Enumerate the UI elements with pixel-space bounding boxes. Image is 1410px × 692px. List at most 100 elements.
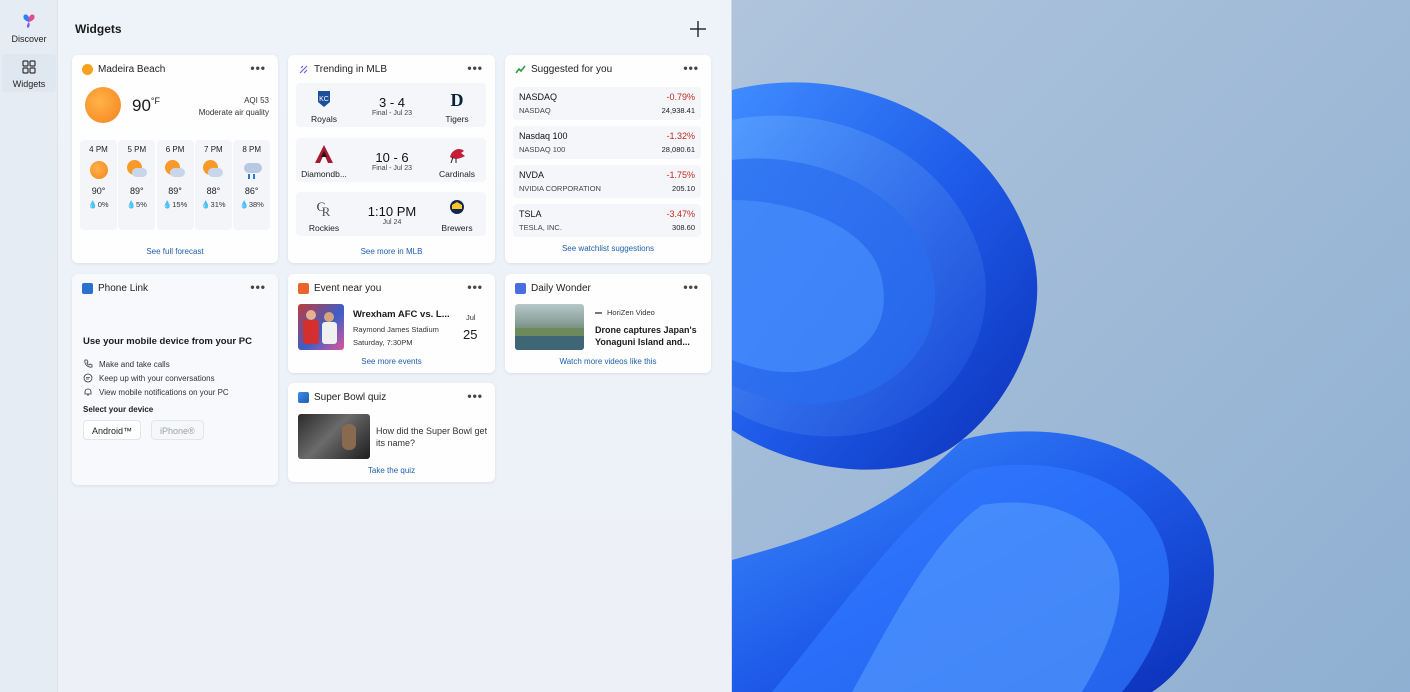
- tigers-logo-icon: D: [451, 90, 464, 110]
- hourly-forecast-item[interactable]: 8 PM 86° 💧38%: [233, 140, 271, 230]
- rail-label-discover: Discover: [11, 34, 47, 44]
- more-options-icon[interactable]: •••: [250, 61, 266, 75]
- hourly-forecast-item[interactable]: 5 PM 89° 💧5%: [118, 140, 156, 230]
- partly-cloudy-icon: [203, 160, 224, 180]
- score-detail: Jul 24: [382, 219, 402, 226]
- hour-temp: 89°: [168, 186, 182, 196]
- game-score: 3 - 4 Final - Jul 23: [358, 95, 426, 117]
- partly-cloudy-icon: [165, 160, 186, 180]
- rail-item-discover[interactable]: Discover: [2, 12, 56, 44]
- source-logo-icon: [595, 311, 602, 314]
- raindrop-icon: 💧: [162, 200, 173, 209]
- stock-price: 28,080.61: [661, 145, 695, 154]
- more-options-icon[interactable]: •••: [467, 389, 483, 403]
- see-watchlist-link[interactable]: See watchlist suggestions: [505, 244, 711, 253]
- score-value: 10 - 6: [375, 150, 409, 165]
- hourly-forecast-item[interactable]: 7 PM 88° 💧31%: [194, 140, 232, 230]
- see-more-mlb-link[interactable]: See more in MLB: [288, 247, 495, 256]
- video-icon: [515, 283, 526, 294]
- score-detail: Final - Jul 23: [371, 165, 413, 172]
- weather-card[interactable]: Madeira Beach ••• 90°F AQI 53 Moderate a…: [72, 55, 278, 263]
- score-value: 1:10 PM: [367, 204, 417, 219]
- video-headline[interactable]: Drone captures Japan's Yonaguni Island a…: [595, 324, 703, 348]
- brewers-logo-icon: [450, 200, 464, 214]
- sun-icon: [85, 87, 121, 123]
- cardinals-logo-icon: [450, 149, 465, 164]
- take-quiz-link[interactable]: Take the quiz: [288, 466, 495, 475]
- event-month: Jul: [466, 313, 476, 322]
- hour-time: 4 PM: [89, 145, 108, 154]
- quiz-question[interactable]: How did the Super Bowl get its name?: [376, 425, 488, 449]
- widgets-icon: [22, 60, 36, 74]
- stock-row[interactable]: TSLA TESLA, INC. -3.47% 308.60: [513, 204, 701, 237]
- home-team: KC Royals: [297, 88, 351, 124]
- svg-text:KC: KC: [319, 96, 329, 103]
- phone-link-card[interactable]: Phone Link ••• Use your mobile device fr…: [72, 274, 278, 485]
- add-widget-icon[interactable]: [687, 18, 709, 40]
- cloud-rain-icon: [242, 160, 262, 180]
- away-team-name: Cardinals: [439, 169, 475, 179]
- away-team: D Tigers: [430, 88, 484, 124]
- hour-precip: 💧5%: [118, 200, 155, 209]
- event-card[interactable]: Event near you ••• Wrexham AFC vs. L... …: [288, 274, 495, 373]
- feature-label: Keep up with your conversations: [99, 373, 215, 383]
- stock-symbol: Nasdaq 100: [519, 131, 568, 141]
- stock-name: NVIDIA CORPORATION: [519, 184, 601, 193]
- see-full-forecast-link[interactable]: See full forecast: [72, 247, 278, 256]
- android-button[interactable]: Android™: [83, 420, 142, 440]
- feature-label: View mobile notifications on your PC: [99, 387, 229, 397]
- stock-symbol: NVDA: [519, 170, 545, 180]
- hour-time: 7 PM: [204, 145, 223, 154]
- widgets-panel: Discover Widgets Widgets Madeira Beach •…: [0, 0, 732, 692]
- event-name: Wrexham AFC vs. L...: [353, 309, 450, 320]
- source-name: HoriZen Video: [607, 308, 655, 317]
- more-options-icon[interactable]: •••: [467, 61, 483, 75]
- raindrop-icon: 💧: [126, 200, 137, 209]
- rail-item-widgets[interactable]: Widgets: [2, 54, 56, 92]
- watch-more-link[interactable]: Watch more videos like this: [505, 357, 711, 366]
- precip-value: 38%: [248, 200, 264, 209]
- air-quality: AQI 53 Moderate air quality: [199, 95, 269, 119]
- stock-row[interactable]: Nasdaq 100 NASDAQ 100 -1.32% 28,080.61: [513, 126, 701, 159]
- game-row[interactable]: KC Royals 3 - 4 Final - Jul 23 D Tigers: [296, 83, 486, 127]
- temperature-value: 90: [132, 96, 151, 115]
- stock-price: 24,938.41: [661, 106, 695, 115]
- stock-price: 308.60: [672, 223, 695, 232]
- more-options-icon[interactable]: •••: [250, 280, 266, 294]
- raindrop-icon: 💧: [201, 200, 211, 209]
- chat-icon: [83, 373, 93, 383]
- quiz-card[interactable]: Super Bowl quiz ••• How did the Super Bo…: [288, 383, 495, 482]
- bell-icon: [84, 388, 92, 396]
- more-options-icon[interactable]: •••: [683, 61, 699, 75]
- hour-time: 6 PM: [165, 145, 185, 154]
- stocks-card[interactable]: Suggested for you ••• NASDAQ NASDAQ -0.79%…: [505, 55, 711, 263]
- game-row[interactable]: CR Rockies 1:10 PM Jul 24 Brewers: [296, 192, 486, 236]
- game-row[interactable]: Diamondb... 10 - 6 Final - Jul 23 Cardin…: [296, 138, 486, 182]
- quiz-card-header: Super Bowl quiz: [298, 392, 386, 403]
- precip-value: 0%: [97, 200, 109, 209]
- chart-up-icon: [515, 65, 526, 74]
- event-venue: Raymond James Stadium: [353, 325, 439, 334]
- score-detail: Final - Jul 23: [371, 110, 413, 117]
- current-temperature: 90°F: [132, 96, 160, 116]
- more-options-icon[interactable]: •••: [467, 280, 483, 294]
- ticket-icon: [298, 283, 309, 294]
- daily-wonder-card[interactable]: Daily Wonder ••• HoriZen Video Drone cap…: [505, 274, 711, 373]
- stock-row[interactable]: NVDA NVIDIA CORPORATION -1.75% 205.10: [513, 165, 701, 198]
- stock-symbol: TSLA: [519, 209, 542, 219]
- iphone-button[interactable]: iPhone®: [151, 420, 204, 440]
- hour-precip: 💧38%: [233, 200, 270, 209]
- hour-temp: 88°: [206, 186, 221, 196]
- stock-row[interactable]: NASDAQ NASDAQ -0.79% 24,938.41: [513, 87, 701, 120]
- stocks-title: Suggested for you: [531, 64, 613, 75]
- phone-link-icon: [82, 283, 93, 294]
- event-time: Saturday, 7:30PM: [353, 338, 413, 347]
- left-rail: Discover Widgets: [0, 0, 58, 692]
- quiz-icon: [298, 392, 309, 403]
- hourly-forecast-item[interactable]: 6 PM 89° 💧15%: [156, 140, 194, 230]
- hourly-forecast-item[interactable]: 4 PM 90° 💧0%: [80, 140, 117, 230]
- hour-temp: 90°: [91, 186, 106, 196]
- mlb-card[interactable]: Trending in MLB ••• KC Royals 3 - 4 Fina…: [288, 55, 495, 263]
- see-more-events-link[interactable]: See more events: [288, 357, 495, 366]
- more-options-icon[interactable]: •••: [683, 280, 699, 294]
